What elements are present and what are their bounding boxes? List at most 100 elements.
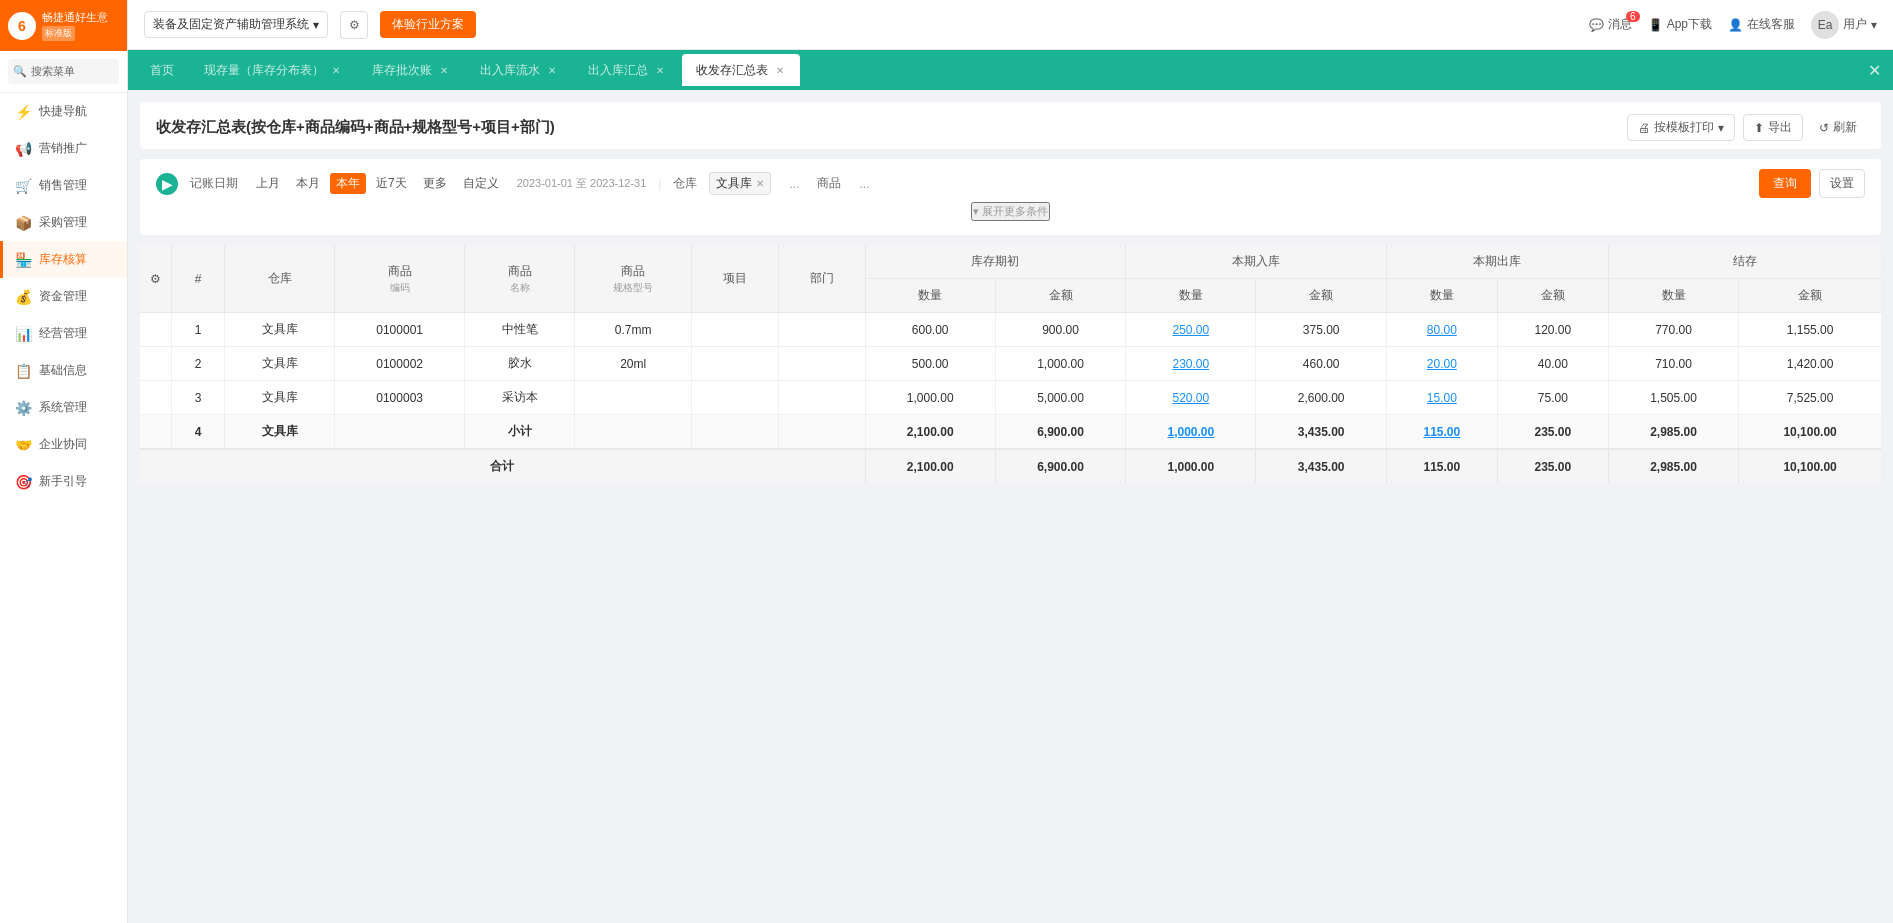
tab-close-stock-summary[interactable]: ✕ <box>774 63 786 78</box>
sidebar-item-operation[interactable]: 📊 经营管理 <box>0 315 127 352</box>
sidebar-item-basic[interactable]: 📋 基础信息 <box>0 352 127 389</box>
warehouse-ellipsis-button[interactable]: ... <box>783 175 805 193</box>
tab-stock-summary[interactable]: 收发存汇总表 ✕ <box>682 54 800 86</box>
row-opening-amount: 900.00 <box>995 313 1125 347</box>
system-selector[interactable]: 装备及固定资产辅助管理系统 ▾ <box>144 11 328 38</box>
quick-nav-icon: ⚡ <box>15 104 31 120</box>
tab-in-out-summary[interactable]: 出入库汇总 ✕ <box>574 54 680 86</box>
table-header-group-row: ⚙ # 仓库 商品编码 商品名称 商品规格型号 项目 部门 库存期初 本期入库 … <box>140 245 1881 279</box>
expand-conditions-button[interactable]: ▾ 展开更多条件 <box>971 202 1050 221</box>
table-col-goods-name: 商品名称 <box>465 245 575 313</box>
row-closing-qty: 1,505.00 <box>1608 381 1738 415</box>
date-btn-last-month[interactable]: 上月 <box>250 173 286 194</box>
purchase-icon: 📦 <box>15 215 31 231</box>
date-btn-7days[interactable]: 近7天 <box>370 173 413 194</box>
page-header-card: 收发存汇总表(按仓库+商品编码+商品+规格型号+项目+部门) 🖨 按模板打印 ▾… <box>140 102 1881 149</box>
query-button[interactable]: 查询 <box>1759 169 1811 198</box>
tab-bar: 首页 现存量（库存分布表） ✕ 库存批次账 ✕ 出入库流水 ✕ 出入库汇总 ✕ … <box>128 50 1893 90</box>
sidebar-item-marketing[interactable]: 📢 营销推广 <box>0 130 127 167</box>
row-opening-amount: 5,000.00 <box>995 381 1125 415</box>
app-download-action[interactable]: 📱 App下载 <box>1648 16 1712 33</box>
row-in-qty[interactable]: 250.00 <box>1126 313 1256 347</box>
row-in-qty[interactable]: 520.00 <box>1126 381 1256 415</box>
online-service-action[interactable]: 👤 在线客服 <box>1728 16 1795 33</box>
row-dept <box>778 313 865 347</box>
export-button[interactable]: ⬆ 导出 <box>1743 114 1803 141</box>
row-goods-name: 小计 <box>465 415 575 450</box>
sidebar-item-system[interactable]: ⚙️ 系统管理 <box>0 389 127 426</box>
date-btn-more[interactable]: 更多 <box>417 173 453 194</box>
tab-close-in-out-flow[interactable]: ✕ <box>546 63 558 78</box>
row-out-qty[interactable]: 15.00 <box>1386 381 1497 415</box>
row-opening-amount: 1,000.00 <box>995 347 1125 381</box>
table-col-goods-spec: 商品规格型号 <box>574 245 691 313</box>
table-sub-col-closing-amount: 金额 <box>1739 279 1881 313</box>
footer-in-amount: 3,435.00 <box>1256 449 1386 483</box>
row-in-qty[interactable]: 230.00 <box>1126 347 1256 381</box>
sidebar-item-finance[interactable]: 💰 资金管理 <box>0 278 127 315</box>
table-row: 3 文具库 0100003 采访本 1,000.00 5,000.00 520.… <box>140 381 1881 415</box>
message-badge: 6 <box>1626 11 1640 22</box>
row-in-qty[interactable]: 1,000.00 <box>1126 415 1256 450</box>
sidebar-item-enterprise[interactable]: 🤝 企业协同 <box>0 426 127 463</box>
expand-row: ▾ 展开更多条件 <box>156 198 1865 225</box>
footer-opening-amount: 6,900.00 <box>995 449 1125 483</box>
date-btn-custom[interactable]: 自定义 <box>457 173 505 194</box>
download-icon: 📱 <box>1648 18 1663 32</box>
row-settings <box>140 347 172 381</box>
user-action[interactable]: Ea 用户 ▾ <box>1811 11 1877 39</box>
enterprise-icon: 🤝 <box>15 437 31 453</box>
date-quick-buttons: 上月 本月 本年 近7天 更多 自定义 <box>250 173 505 194</box>
footer-closing-amount: 10,100.00 <box>1739 449 1881 483</box>
sidebar-nav: ⚡ 快捷导航 📢 营销推广 🛒 销售管理 📦 采购管理 🏪 库存核算 💰 <box>0 93 127 923</box>
sidebar-item-sales[interactable]: 🛒 销售管理 <box>0 167 127 204</box>
tab-close-batch-account[interactable]: ✕ <box>438 63 450 78</box>
guide-icon: 🎯 <box>15 474 31 490</box>
footer-out-qty: 115.00 <box>1386 449 1497 483</box>
message-action[interactable]: 💬 消息 6 <box>1589 16 1632 33</box>
page-header-row: 收发存汇总表(按仓库+商品编码+商品+规格型号+项目+部门) 🖨 按模板打印 ▾… <box>140 102 1881 149</box>
goods-ellipsis-button[interactable]: ... <box>853 175 875 193</box>
table-sub-col-opening-amount: 金额 <box>995 279 1125 313</box>
sidebar-item-guide[interactable]: 🎯 新手引导 <box>0 463 127 500</box>
table-body: 1 文具库 0100001 中性笔 0.7mm 600.00 900.00 25… <box>140 313 1881 450</box>
table-footer-row: 合计 2,100.00 6,900.00 1,000.00 3,435.00 1… <box>140 449 1881 483</box>
experience-button[interactable]: 体验行业方案 <box>380 11 476 38</box>
footer-in-qty: 1,000.00 <box>1126 449 1256 483</box>
table-col-in-group: 本期入库 <box>1126 245 1387 279</box>
filter-toggle-button[interactable]: ▶ <box>156 173 178 195</box>
row-opening-qty: 2,100.00 <box>865 415 995 450</box>
date-btn-this-year[interactable]: 本年 <box>330 173 366 194</box>
row-goods-code: 0100001 <box>334 313 464 347</box>
date-btn-this-month[interactable]: 本月 <box>290 173 326 194</box>
search-menu-button[interactable]: 🔍 搜索菜单 <box>8 59 119 84</box>
tab-in-out-flow[interactable]: 出入库流水 ✕ <box>466 54 572 86</box>
tab-close-in-out-summary[interactable]: ✕ <box>654 63 666 78</box>
system-name: 装备及固定资产辅助管理系统 <box>153 16 309 33</box>
row-out-amount: 40.00 <box>1497 347 1608 381</box>
row-out-qty[interactable]: 80.00 <box>1386 313 1497 347</box>
footer-opening-qty: 2,100.00 <box>865 449 995 483</box>
table-row: 1 文具库 0100001 中性笔 0.7mm 600.00 900.00 25… <box>140 313 1881 347</box>
row-goods-spec <box>574 381 691 415</box>
warehouse-tag-close[interactable]: ✕ <box>756 178 764 189</box>
header-settings-button[interactable]: ⚙ <box>340 11 368 39</box>
tab-close-inventory-distribution[interactable]: ✕ <box>330 63 342 78</box>
sidebar-item-quick-nav[interactable]: ⚡ 快捷导航 <box>0 93 127 130</box>
tab-bar-close-button[interactable]: ✕ <box>1864 57 1885 84</box>
tab-batch-account[interactable]: 库存批次账 ✕ <box>358 54 464 86</box>
footer-label: 合计 <box>140 449 865 483</box>
row-out-qty[interactable]: 20.00 <box>1386 347 1497 381</box>
row-goods-spec: 0.7mm <box>574 313 691 347</box>
print-template-button[interactable]: 🖨 按模板打印 ▾ <box>1627 114 1735 141</box>
row-out-qty[interactable]: 115.00 <box>1386 415 1497 450</box>
refresh-button[interactable]: ↺ 刷新 <box>1811 115 1865 140</box>
row-out-amount: 120.00 <box>1497 313 1608 347</box>
filter-settings-button[interactable]: 设置 <box>1819 169 1865 198</box>
row-goods-name: 中性笔 <box>465 313 575 347</box>
row-closing-qty: 770.00 <box>1608 313 1738 347</box>
tab-home[interactable]: 首页 <box>136 54 188 86</box>
sidebar-item-purchase[interactable]: 📦 采购管理 <box>0 204 127 241</box>
tab-inventory-distribution[interactable]: 现存量（库存分布表） ✕ <box>190 54 356 86</box>
sidebar-item-inventory[interactable]: 🏪 库存核算 <box>0 241 127 278</box>
